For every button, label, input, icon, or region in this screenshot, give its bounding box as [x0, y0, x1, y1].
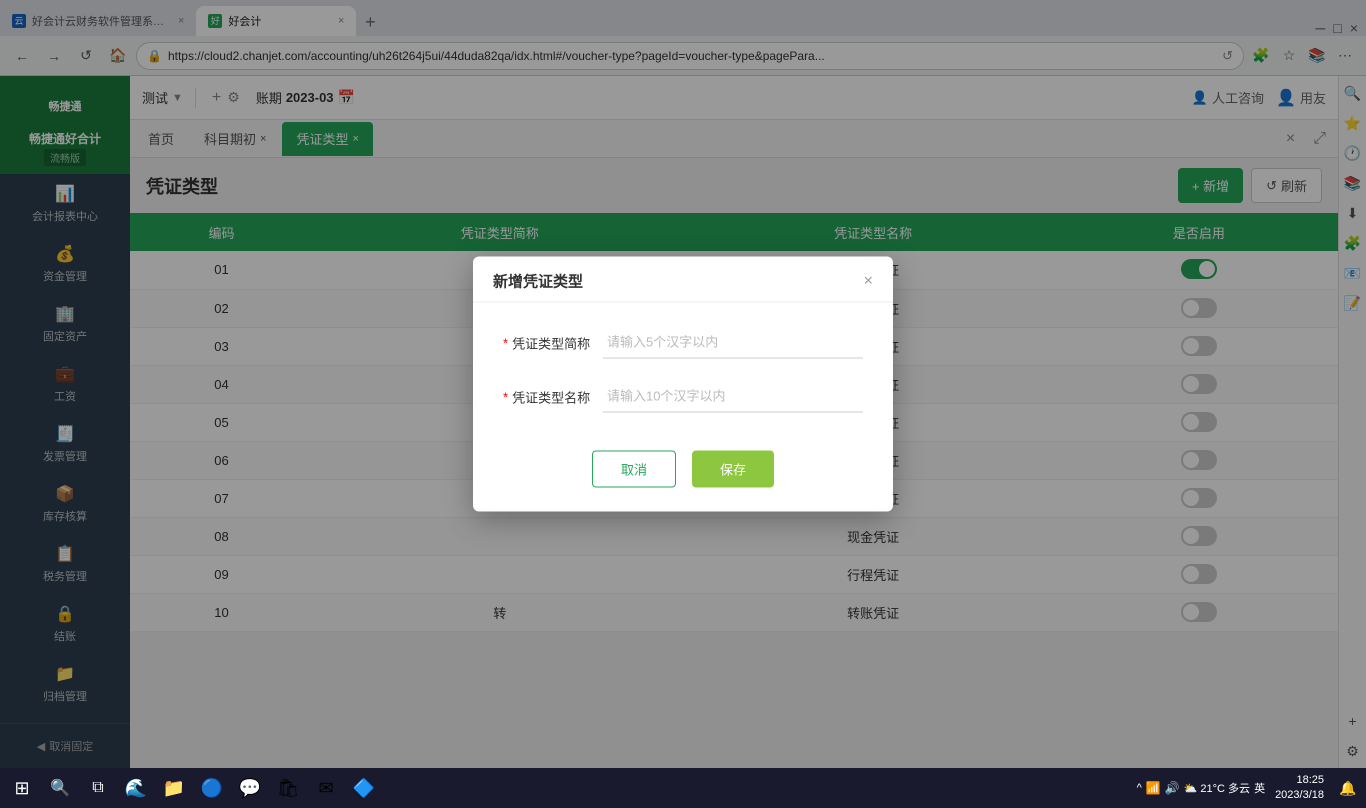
save-button-label: 保存: [720, 463, 746, 478]
taskbar-mail[interactable]: ✉: [308, 770, 344, 806]
taskbar-lang[interactable]: 英: [1254, 780, 1265, 796]
add-voucher-type-dialog: 新增凭证类型 × * 凭证类型简称 * 凭证类型名称 取消 保存: [473, 257, 893, 512]
full-name-input[interactable]: [603, 381, 863, 413]
dialog-body: * 凭证类型简称 * 凭证类型名称: [473, 303, 893, 451]
required-star-1: *: [503, 335, 508, 350]
dialog-title: 新增凭证类型: [493, 271, 583, 292]
weather-icon: ⛅: [1184, 782, 1198, 795]
notification-icon[interactable]: 🔔: [1334, 774, 1362, 802]
weather-text: 21°C 多云: [1200, 780, 1250, 796]
required-star-2: *: [503, 389, 508, 404]
taskbar-search[interactable]: 🔍: [42, 770, 78, 806]
short-name-row: * 凭证类型简称: [503, 327, 863, 359]
full-name-row: * 凭证类型名称: [503, 381, 863, 413]
taskbar-task-view[interactable]: ⧉: [80, 770, 116, 806]
dialog-footer: 取消 保存: [473, 451, 893, 488]
taskbar-network-icon[interactable]: 📶: [1146, 781, 1161, 795]
taskbar-chevron-icon[interactable]: ^: [1137, 782, 1142, 794]
dialog-header: 新增凭证类型 ×: [473, 257, 893, 303]
save-button[interactable]: 保存: [692, 451, 774, 488]
dialog-close-button[interactable]: ×: [864, 272, 873, 290]
taskbar-volume-icon[interactable]: 🔊: [1165, 781, 1180, 795]
taskbar-edge[interactable]: 🌊: [118, 770, 154, 806]
short-name-label: * 凭证类型简称: [503, 333, 603, 352]
taskbar-sys-icons: ^ 📶 🔊: [1137, 781, 1180, 795]
start-button[interactable]: ⊞: [4, 770, 40, 806]
cancel-button-label: 取消: [621, 463, 647, 478]
cancel-button[interactable]: 取消: [592, 451, 676, 488]
taskbar-time[interactable]: 18:25 2023/3/18: [1269, 773, 1330, 804]
full-name-label: * 凭证类型名称: [503, 387, 603, 406]
taskbar-time-value: 18:25: [1275, 773, 1324, 788]
taskbar: ⊞ 🔍 ⧉ 🌊 📁 🔵 💬 🛍 ✉ 🔷 ^ 📶 🔊 ⛅ 21°C 多云 英 18…: [0, 768, 1366, 808]
taskbar-right: ^ 📶 🔊 ⛅ 21°C 多云 英 18:25 2023/3/18 🔔: [1137, 773, 1362, 804]
taskbar-date-value: 2023/3/18: [1275, 788, 1324, 803]
taskbar-store[interactable]: 🛍: [270, 770, 306, 806]
taskbar-wechat[interactable]: 💬: [232, 770, 268, 806]
taskbar-chrome[interactable]: 🔵: [194, 770, 230, 806]
taskbar-weather[interactable]: ⛅ 21°C 多云: [1184, 780, 1250, 796]
short-name-input[interactable]: [603, 327, 863, 359]
taskbar-explorer[interactable]: 📁: [156, 770, 192, 806]
taskbar-edge-app[interactable]: 🔷: [346, 770, 382, 806]
